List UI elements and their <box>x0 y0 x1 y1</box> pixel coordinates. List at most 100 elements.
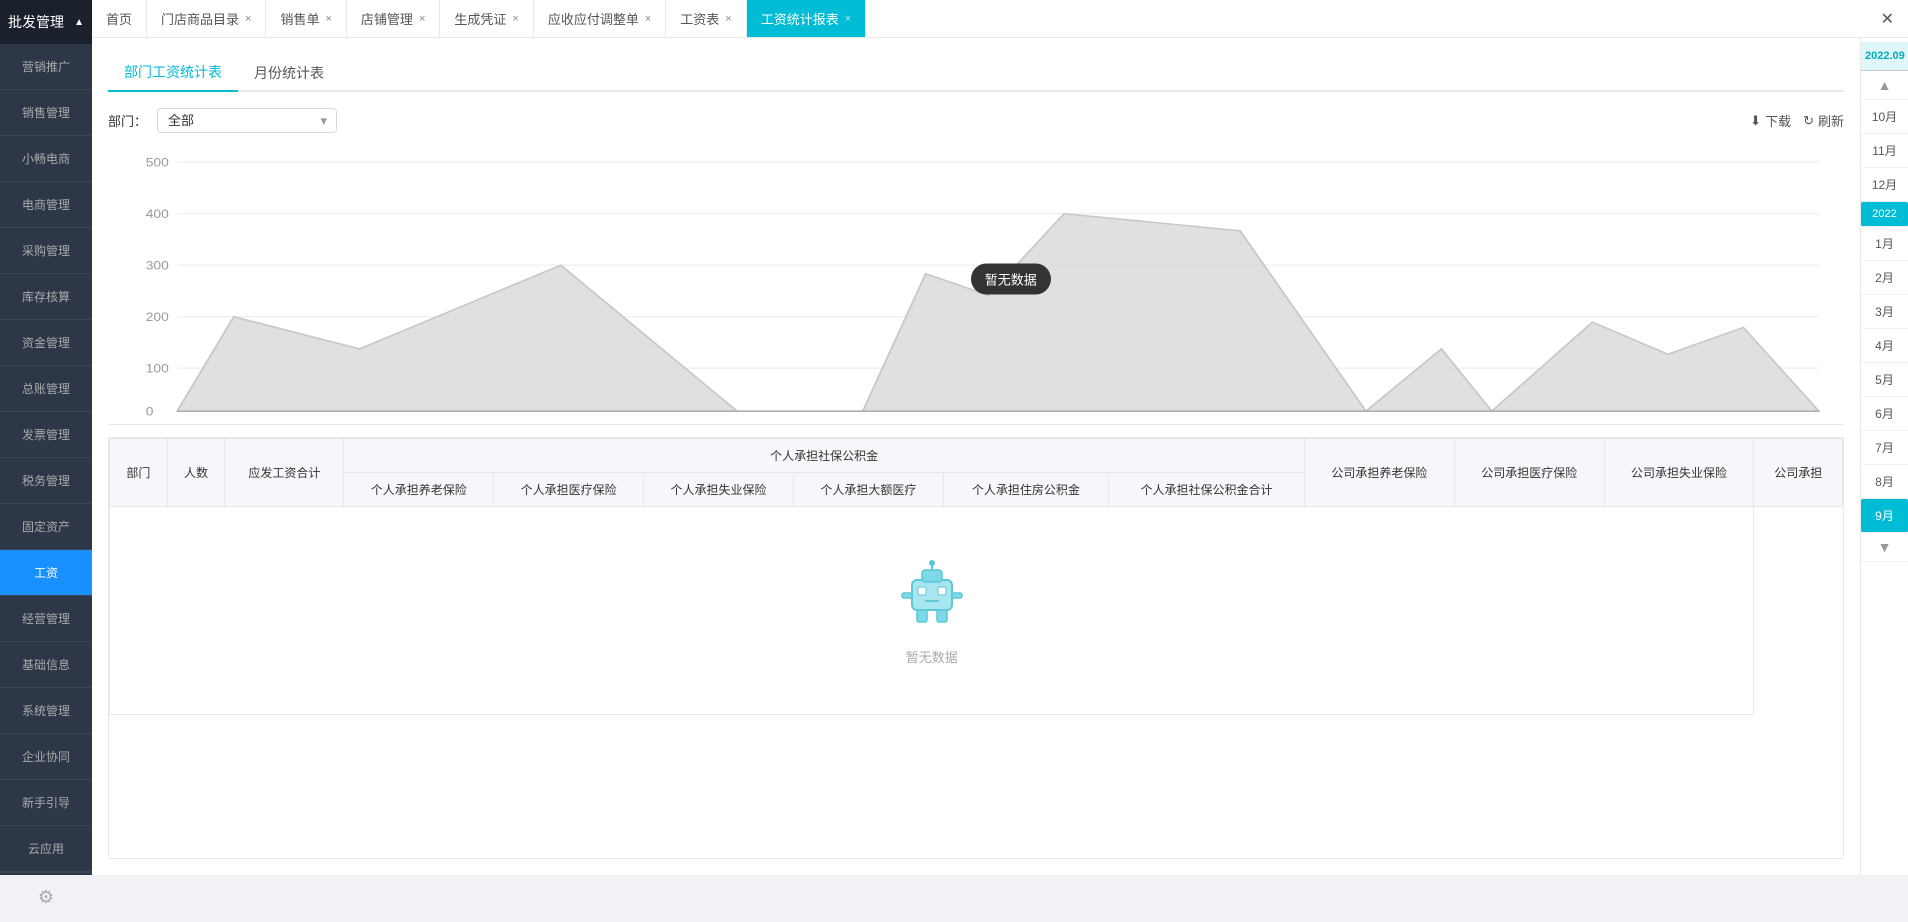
sidebar-item-1[interactable]: 销售管理 <box>0 90 92 136</box>
tab-close-5[interactable]: × <box>645 13 651 25</box>
sidebar-item-15[interactable]: 企业协同 <box>0 734 92 780</box>
col-personal-total: 个人承担社保公积金合计 <box>1108 473 1304 507</box>
sidebar-item-2[interactable]: 小畅电商 <box>0 136 92 182</box>
toolbar: 部门： 全部 ⬇ 下载 ↻ 刷新 <box>108 108 1844 133</box>
date-mar[interactable]: 3月 <box>1861 295 1908 329</box>
dept-select[interactable]: 全部 <box>157 108 337 133</box>
tab-close-7[interactable]: × <box>845 13 851 25</box>
chart-area: 500 400 300 200 100 0 暂无数据 <box>108 145 1844 425</box>
col-company-unemploy: 公司承担失业保险 <box>1604 439 1754 507</box>
svg-text:300: 300 <box>146 258 169 272</box>
sidebar-item-16[interactable]: 新手引导 <box>0 780 92 826</box>
svg-text:200: 200 <box>146 310 169 324</box>
download-icon: ⬇ <box>1750 113 1761 129</box>
dept-select-wrapper: 全部 <box>157 108 337 133</box>
sidebar-item-3[interactable]: 电商管理 <box>0 182 92 228</box>
svg-text:400: 400 <box>146 207 169 221</box>
empty-robot-icon <box>892 555 972 635</box>
sidebar-item-8[interactable]: 发票管理 <box>0 412 92 458</box>
sidebar-item-17[interactable]: 云应用 <box>0 826 92 872</box>
tab-7[interactable]: 工资统计报表× <box>747 0 866 38</box>
chart-tooltip: 暂无数据 <box>971 263 1051 294</box>
sidebar-header[interactable]: 批发管理 ▲ <box>0 0 92 44</box>
date-dec[interactable]: 12月 <box>1861 168 1908 202</box>
tab-close-6[interactable]: × <box>725 13 731 25</box>
content-area: 部门工资统计表 月份统计表 部门： 全部 ⬇ 下载 <box>92 38 1908 875</box>
sidebar-item-0[interactable]: 营销推广 <box>0 44 92 90</box>
svg-text:100: 100 <box>146 361 169 375</box>
refresh-icon: ↻ <box>1803 113 1814 129</box>
sidebar-item-6[interactable]: 资金管理 <box>0 320 92 366</box>
date-feb[interactable]: 2月 <box>1861 261 1908 295</box>
data-table: 部门 人数 应发工资合计 个人承担社保公积金 公司承担养老保险 公司承担医疗保险… <box>109 438 1843 715</box>
sidebar-item-10[interactable]: 固定资产 <box>0 504 92 550</box>
empty-state-container: 暂无数据 <box>120 515 1743 706</box>
col-dept: 部门 <box>110 439 168 507</box>
close-all-tabs-button[interactable]: ✕ <box>1867 0 1908 38</box>
col-salary: 应发工资合计 <box>225 439 344 507</box>
table-area[interactable]: 部门 人数 应发工资合计 个人承担社保公积金 公司承担养老保险 公司承担医疗保险… <box>108 437 1844 859</box>
tab-4[interactable]: 生成凭证× <box>440 0 533 38</box>
date-sep[interactable]: 9月 <box>1861 499 1908 533</box>
tab-1[interactable]: 门店商品目录× <box>147 0 266 38</box>
date-year-2022[interactable]: 2022 <box>1861 202 1908 227</box>
main-panel: 部门工资统计表 月份统计表 部门： 全部 ⬇ 下载 <box>92 38 1860 875</box>
settings-icon[interactable]: ⚙ <box>0 872 92 922</box>
download-label: 下载 <box>1765 111 1791 130</box>
sidebar-item-11[interactable]: 工资 <box>0 550 92 596</box>
col-personal-unemploy: 个人承担失业保险 <box>644 473 794 507</box>
date-jan[interactable]: 1月 <box>1861 227 1908 261</box>
sidebar: 批发管理 ▲ 营销推广销售管理小畅电商电商管理采购管理库存核算资金管理总账管理发… <box>0 0 92 875</box>
date-apr[interactable]: 4月 <box>1861 329 1908 363</box>
toolbar-left: 部门： 全部 <box>108 108 337 133</box>
tab-month-stats[interactable]: 月份统计表 <box>238 55 340 91</box>
tab-2[interactable]: 销售单× <box>266 0 346 38</box>
date-panel: 2022.09 ▲ 10月 11月 12月 2022 1月 2月 3月 4月 5… <box>1860 38 1908 875</box>
col-company-pension: 公司承担养老保险 <box>1304 439 1454 507</box>
tab-close-2[interactable]: × <box>325 13 331 25</box>
sub-tabs: 部门工资统计表 月份统计表 <box>108 54 1844 92</box>
empty-text: 暂无数据 <box>906 647 958 666</box>
tab-close-3[interactable]: × <box>419 13 425 25</box>
tab-close-4[interactable]: × <box>512 13 518 25</box>
date-jun[interactable]: 6月 <box>1861 397 1908 431</box>
sidebar-item-7[interactable]: 总账管理 <box>0 366 92 412</box>
date-nav-down[interactable]: ▼ <box>1861 533 1908 562</box>
sidebar-item-4[interactable]: 采购管理 <box>0 228 92 274</box>
tab-3[interactable]: 店铺管理× <box>347 0 440 38</box>
sidebar-item-12[interactable]: 经营管理 <box>0 596 92 642</box>
download-button[interactable]: ⬇ 下载 <box>1750 111 1791 130</box>
toolbar-right: ⬇ 下载 ↻ 刷新 <box>1750 111 1844 130</box>
date-nov[interactable]: 11月 <box>1861 134 1908 168</box>
sidebar-item-5[interactable]: 库存核算 <box>0 274 92 320</box>
col-company-medical: 公司承担医疗保险 <box>1454 439 1604 507</box>
sidebar-title: 批发管理 <box>8 12 64 32</box>
sidebar-item-14[interactable]: 系统管理 <box>0 688 92 734</box>
svg-text:500: 500 <box>146 155 169 169</box>
tab-bar: 首页门店商品目录×销售单×店铺管理×生成凭证×应收应付调整单×工资表×工资统计报… <box>92 0 1908 38</box>
refresh-label: 刷新 <box>1818 111 1844 130</box>
date-jul[interactable]: 7月 <box>1861 431 1908 465</box>
sidebar-item-9[interactable]: 税务管理 <box>0 458 92 504</box>
col-personal-housing: 个人承担住房公积金 <box>943 473 1108 507</box>
date-nav-up[interactable]: ▲ <box>1861 71 1908 100</box>
tab-close-1[interactable]: × <box>245 13 251 25</box>
col-personal-medical: 个人承担医疗保险 <box>494 473 644 507</box>
col-group-personal: 个人承担社保公积金 <box>344 439 1305 473</box>
date-oct[interactable]: 10月 <box>1861 100 1908 134</box>
date-aug[interactable]: 8月 <box>1861 465 1908 499</box>
refresh-button[interactable]: ↻ 刷新 <box>1803 111 1844 130</box>
dept-label: 部门： <box>108 111 147 130</box>
tab-6[interactable]: 工资表× <box>666 0 746 38</box>
svg-text:0: 0 <box>146 404 154 418</box>
sidebar-toggle-icon: ▲ <box>74 17 84 28</box>
tab-0[interactable]: 首页 <box>92 0 147 38</box>
main-area: 首页门店商品目录×销售单×店铺管理×生成凭证×应收应付调整单×工资表×工资统计报… <box>92 0 1908 875</box>
sidebar-item-13[interactable]: 基础信息 <box>0 642 92 688</box>
col-count: 人数 <box>167 439 225 507</box>
date-header[interactable]: 2022.09 <box>1861 42 1908 71</box>
date-may[interactable]: 5月 <box>1861 363 1908 397</box>
col-personal-pension: 个人承担养老保险 <box>344 473 494 507</box>
tab-dept-stats[interactable]: 部门工资统计表 <box>108 54 238 92</box>
tab-5[interactable]: 应收应付调整单× <box>534 0 666 38</box>
